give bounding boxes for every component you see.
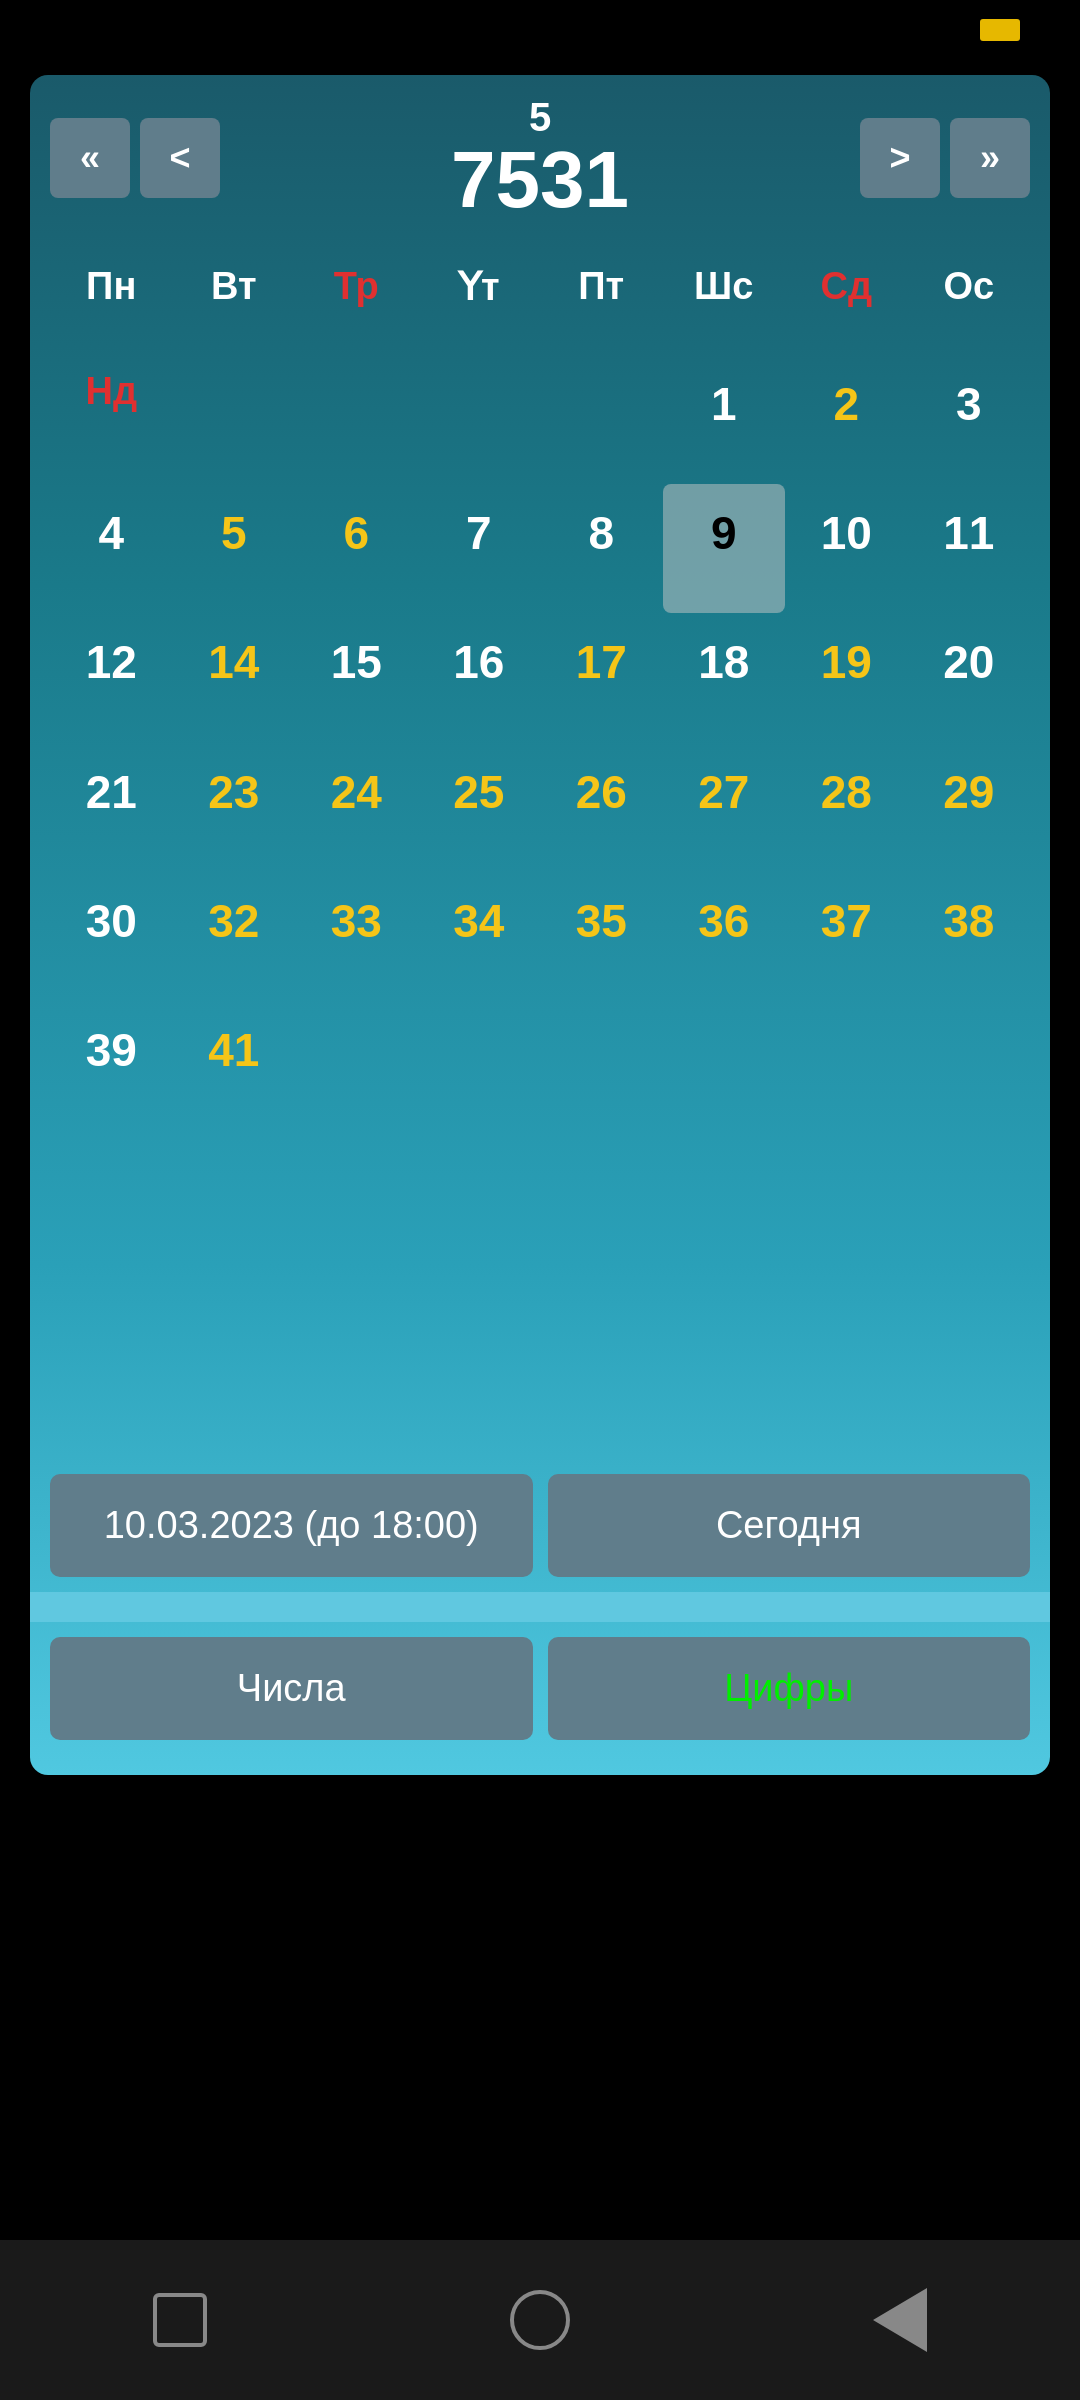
back-icon <box>873 2288 927 2352</box>
battery-icon <box>980 19 1020 41</box>
day-cell[interactable]: 21 <box>50 743 173 872</box>
day-cell[interactable]: 25 <box>418 743 541 872</box>
weekday-header: Үт <box>418 250 541 355</box>
day-cell[interactable]: 30 <box>50 872 173 1001</box>
next-next-button[interactable]: » <box>950 118 1030 198</box>
day-cell[interactable]: 11 <box>908 484 1031 613</box>
calendar-grid: ПнВтТрҮтПтШсСдОсНд1234567891011121415161… <box>50 250 1030 1205</box>
day-cell[interactable]: 7 <box>418 484 541 613</box>
day-cell[interactable]: 16 <box>418 613 541 742</box>
date-button[interactable]: 10.03.2023 (до 18:00) <box>50 1474 533 1577</box>
weekday-header: Пн <box>50 250 173 355</box>
home-icon <box>510 2290 570 2350</box>
day-cell <box>540 1001 663 1130</box>
day-cell[interactable]: 19 <box>785 613 908 742</box>
weekday-header: Вт <box>173 250 296 355</box>
weekday-header: Пт <box>540 250 663 355</box>
day-cell[interactable]: 28 <box>785 743 908 872</box>
today-button[interactable]: Сегодня <box>548 1474 1031 1577</box>
day-cell[interactable]: 39 <box>50 1001 173 1130</box>
year-number: 7531 <box>451 140 629 220</box>
day-cell[interactable]: 37 <box>785 872 908 1001</box>
day-cell <box>663 1001 786 1130</box>
digits-button[interactable]: Цифры <box>548 1637 1031 1740</box>
day-cell[interactable]: 15 <box>295 613 418 742</box>
day-cell[interactable]: 38 <box>908 872 1031 1001</box>
home-button[interactable] <box>505 2285 575 2355</box>
weekday-header: Ос <box>908 250 1031 355</box>
recent-apps-button[interactable] <box>145 2285 215 2355</box>
day-cell[interactable]: 24 <box>295 743 418 872</box>
bottom-area: 10.03.2023 (до 18:00) Сегодня Числа Цифр… <box>50 1474 1030 1755</box>
header: « < 5 7531 > » <box>50 95 1030 220</box>
left-nav-buttons: « < <box>50 118 220 198</box>
day-cell[interactable]: 9 <box>663 484 786 613</box>
day-cell <box>173 355 296 484</box>
recent-apps-icon <box>153 2293 207 2347</box>
day-cell[interactable]: 27 <box>663 743 786 872</box>
day-cell <box>540 355 663 484</box>
day-cell[interactable]: 14 <box>173 613 296 742</box>
day-cell <box>908 1001 1031 1130</box>
day-cell <box>785 1001 908 1130</box>
day-cell[interactable]: 10 <box>785 484 908 613</box>
day-cell[interactable]: 6 <box>295 484 418 613</box>
day-cell[interactable]: 8 <box>540 484 663 613</box>
day-cell <box>50 1130 173 1205</box>
app-container: « < 5 7531 > » ПнВтТрҮтПтШсСдОсНд1234567… <box>30 75 1050 1775</box>
day-cell <box>295 1001 418 1130</box>
day-cell[interactable]: 3 <box>908 355 1031 484</box>
day-cell[interactable]: 23 <box>173 743 296 872</box>
numbers-button[interactable]: Числа <box>50 1637 533 1740</box>
back-button[interactable] <box>865 2285 935 2355</box>
day-cell[interactable]: 34 <box>418 872 541 1001</box>
day-cell[interactable]: 1 <box>663 355 786 484</box>
day-cell[interactable]: 5 <box>173 484 296 613</box>
navigation-bar <box>0 2240 1080 2400</box>
status-bar <box>0 0 1080 60</box>
day-cell[interactable]: 12 <box>50 613 173 742</box>
weekday-header: Нд <box>50 355 173 484</box>
day-cell <box>418 1001 541 1130</box>
prev-button[interactable]: < <box>140 118 220 198</box>
day-cell[interactable]: 2 <box>785 355 908 484</box>
day-cell[interactable]: 32 <box>173 872 296 1001</box>
day-cell <box>418 355 541 484</box>
prev-prev-button[interactable]: « <box>50 118 130 198</box>
weekday-header: Сд <box>785 250 908 355</box>
day-cell[interactable]: 20 <box>908 613 1031 742</box>
weekday-header: Шс <box>663 250 786 355</box>
right-nav-buttons: > » <box>860 118 1030 198</box>
month-number: 5 <box>529 95 551 140</box>
bottom-row-2: Числа Цифры <box>50 1637 1030 1740</box>
separator-bar <box>30 1592 1050 1622</box>
day-cell[interactable]: 29 <box>908 743 1031 872</box>
day-cell[interactable]: 35 <box>540 872 663 1001</box>
day-cell[interactable]: 17 <box>540 613 663 742</box>
day-cell[interactable]: 26 <box>540 743 663 872</box>
day-cell[interactable]: 41 <box>173 1001 296 1130</box>
day-cell[interactable]: 33 <box>295 872 418 1001</box>
day-cell[interactable]: 4 <box>50 484 173 613</box>
bottom-row-1: 10.03.2023 (до 18:00) Сегодня <box>50 1474 1030 1577</box>
weekday-header: Тр <box>295 250 418 355</box>
next-button[interactable]: > <box>860 118 940 198</box>
day-cell[interactable]: 18 <box>663 613 786 742</box>
header-center: 5 7531 <box>220 95 860 220</box>
day-cell <box>295 355 418 484</box>
day-cell[interactable]: 36 <box>663 872 786 1001</box>
